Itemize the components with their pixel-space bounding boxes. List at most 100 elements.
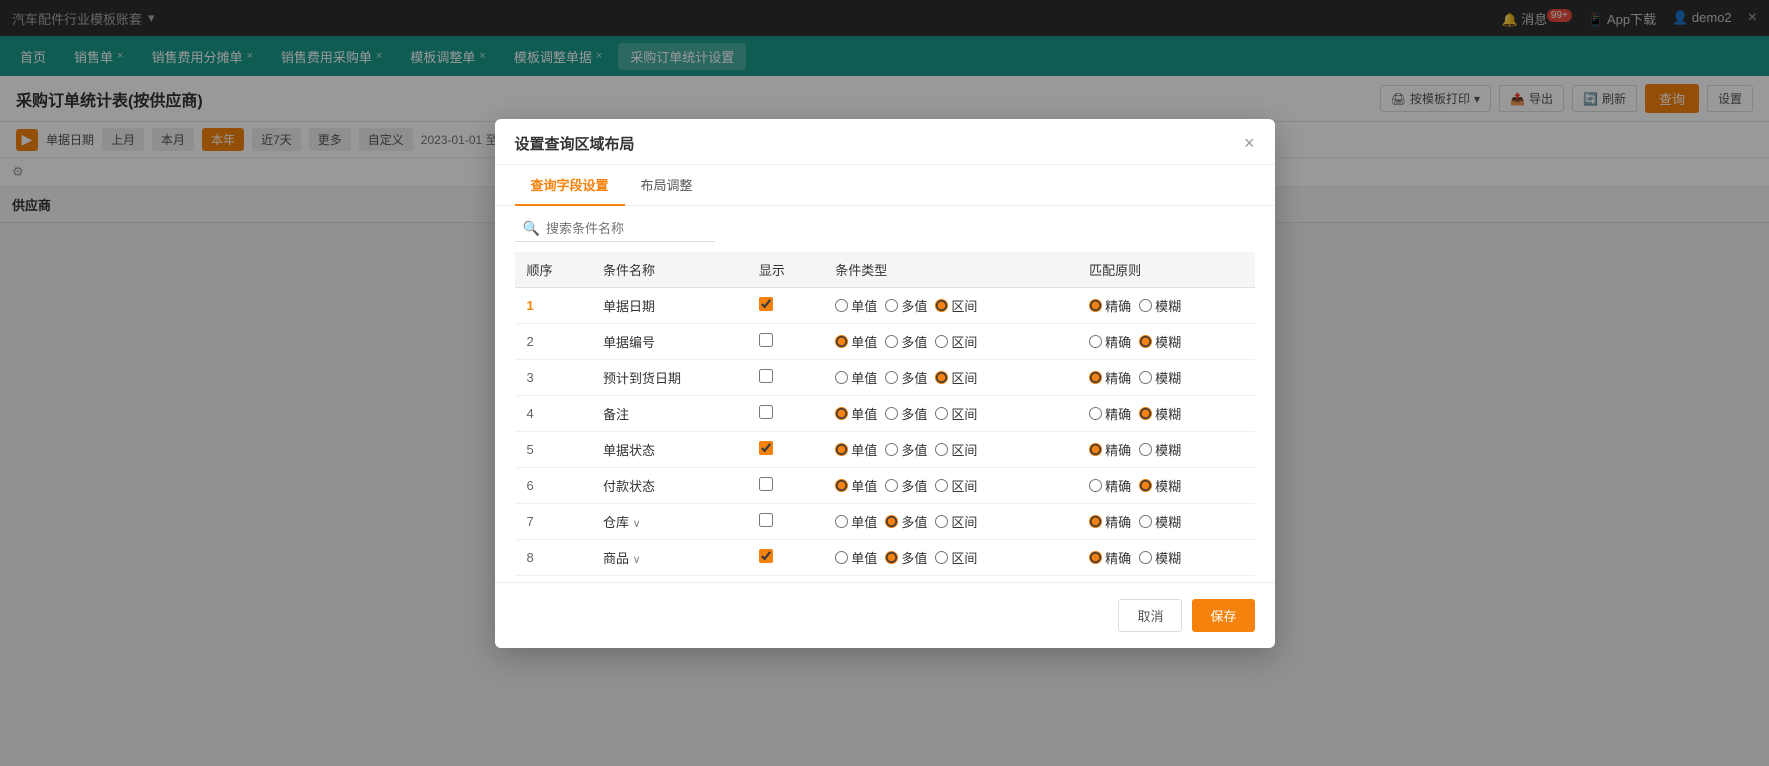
display-checkbox[interactable] — [759, 477, 773, 491]
table-row: 5单据状态单值多值区间精确模糊 — [515, 431, 1255, 467]
match-option[interactable]: 模糊 — [1139, 548, 1181, 567]
modal-overlay: 设置查询区域布局 × 查询字段设置 布局调整 🔍 顺序 条件名称 显示 — [0, 0, 1769, 766]
th-order: 顺序 — [515, 252, 591, 288]
match-option[interactable]: 模糊 — [1139, 512, 1181, 531]
row-order: 1 — [515, 287, 591, 323]
row-display — [747, 431, 823, 467]
row-name: 单据编号 — [591, 323, 747, 359]
dialog-tab-query[interactable]: 查询字段设置 — [515, 165, 625, 206]
match-option[interactable]: 精确 — [1089, 440, 1131, 459]
table-row: 2单据编号单值多值区间精确模糊 — [515, 323, 1255, 359]
type-option[interactable]: 单值 — [835, 332, 877, 351]
type-option[interactable]: 单值 — [835, 512, 877, 531]
row-display — [747, 287, 823, 323]
row-type: 单值多值区间 — [823, 359, 1077, 395]
type-option[interactable]: 单值 — [835, 476, 877, 495]
table-row: 8商品 ∨单值多值区间精确模糊 — [515, 539, 1255, 575]
type-option[interactable]: 单值 — [835, 296, 877, 315]
dialog-title: 设置查询区域布局 — [515, 133, 635, 154]
table-row: 7仓库 ∨单值多值区间精确模糊 — [515, 503, 1255, 539]
match-option[interactable]: 精确 — [1089, 332, 1131, 351]
display-checkbox[interactable] — [759, 369, 773, 383]
row-type: 单值多值区间 — [823, 323, 1077, 359]
match-option[interactable]: 精确 — [1089, 548, 1131, 567]
row-match: 精确模糊 — [1077, 467, 1254, 503]
type-option[interactable]: 单值 — [835, 404, 877, 423]
row-order: 3 — [515, 359, 591, 395]
type-option[interactable]: 单值 — [835, 368, 877, 387]
display-checkbox[interactable] — [759, 549, 773, 563]
match-option[interactable]: 模糊 — [1139, 476, 1181, 495]
search-input[interactable] — [546, 221, 706, 236]
display-checkbox[interactable] — [759, 297, 773, 311]
search-box: 🔍 — [515, 216, 715, 242]
match-option[interactable]: 模糊 — [1139, 404, 1181, 423]
match-option[interactable]: 模糊 — [1139, 440, 1181, 459]
row-match: 精确模糊 — [1077, 539, 1254, 575]
type-option[interactable]: 单值 — [835, 440, 877, 459]
type-option[interactable]: 区间 — [935, 296, 977, 315]
row-display — [747, 503, 823, 539]
row-order: 7 — [515, 503, 591, 539]
cancel-button[interactable]: 取消 — [1118, 599, 1182, 632]
type-option[interactable]: 区间 — [935, 548, 977, 567]
row-match: 精确模糊 — [1077, 395, 1254, 431]
display-checkbox[interactable] — [759, 333, 773, 347]
row-order: 6 — [515, 467, 591, 503]
type-option[interactable]: 区间 — [935, 476, 977, 495]
row-name: 备注 — [591, 395, 747, 431]
dropdown-arrow-icon[interactable]: ∨ — [633, 518, 641, 530]
type-option[interactable]: 多值 — [885, 548, 927, 567]
type-option[interactable]: 多值 — [885, 512, 927, 531]
match-option[interactable]: 精确 — [1089, 476, 1131, 495]
row-match: 精确模糊 — [1077, 323, 1254, 359]
dialog-tab-layout[interactable]: 布局调整 — [625, 165, 709, 206]
settings-table-scroll: 顺序 条件名称 显示 条件类型 匹配原则 1单据日期单值多值区间精确模糊2单据编… — [495, 252, 1275, 582]
type-option[interactable]: 多值 — [885, 368, 927, 387]
dialog-close-button[interactable]: × — [1244, 133, 1255, 154]
type-option[interactable]: 多值 — [885, 332, 927, 351]
row-type: 单值多值区间 — [823, 467, 1077, 503]
dropdown-arrow-icon[interactable]: ∨ — [633, 554, 641, 566]
type-option[interactable]: 区间 — [935, 332, 977, 351]
match-option[interactable]: 精确 — [1089, 404, 1131, 423]
row-order: 4 — [515, 395, 591, 431]
row-display — [747, 539, 823, 575]
type-option[interactable]: 多值 — [885, 476, 927, 495]
type-option[interactable]: 区间 — [935, 404, 977, 423]
row-name: 仓库 ∨ — [591, 503, 747, 539]
row-order: 5 — [515, 431, 591, 467]
dialog-search-area: 🔍 — [495, 206, 1275, 252]
match-option[interactable]: 模糊 — [1139, 332, 1181, 351]
match-option[interactable]: 精确 — [1089, 368, 1131, 387]
table-row: 3预计到货日期单值多值区间精确模糊 — [515, 359, 1255, 395]
type-option[interactable]: 多值 — [885, 404, 927, 423]
type-option[interactable]: 多值 — [885, 440, 927, 459]
save-button[interactable]: 保存 — [1192, 599, 1254, 632]
match-option[interactable]: 精确 — [1089, 512, 1131, 531]
row-type: 单值多值区间 — [823, 539, 1077, 575]
search-icon: 🔍 — [523, 220, 540, 237]
match-option[interactable]: 精确 — [1089, 296, 1131, 315]
display-checkbox[interactable] — [759, 405, 773, 419]
settings-table: 顺序 条件名称 显示 条件类型 匹配原则 1单据日期单值多值区间精确模糊2单据编… — [515, 252, 1255, 582]
type-option[interactable]: 多值 — [885, 296, 927, 315]
row-type: 单值多值区间 — [823, 431, 1077, 467]
display-checkbox[interactable] — [759, 441, 773, 455]
th-name: 条件名称 — [591, 252, 747, 288]
match-option[interactable]: 模糊 — [1139, 296, 1181, 315]
type-option[interactable]: 区间 — [935, 512, 977, 531]
th-type: 条件类型 — [823, 252, 1077, 288]
row-display — [747, 395, 823, 431]
row-display — [747, 467, 823, 503]
dialog-header: 设置查询区域布局 × — [495, 119, 1275, 165]
table-row: 4备注 单值多值区间 精确模糊 — [515, 395, 1255, 431]
th-match: 匹配原则 — [1077, 252, 1254, 288]
row-type: 单值多值区间 — [823, 503, 1077, 539]
type-option[interactable]: 区间 — [935, 368, 977, 387]
th-display: 显示 — [747, 252, 823, 288]
match-option[interactable]: 模糊 — [1139, 368, 1181, 387]
type-option[interactable]: 单值 — [835, 548, 877, 567]
type-option[interactable]: 区间 — [935, 440, 977, 459]
display-checkbox[interactable] — [759, 513, 773, 527]
